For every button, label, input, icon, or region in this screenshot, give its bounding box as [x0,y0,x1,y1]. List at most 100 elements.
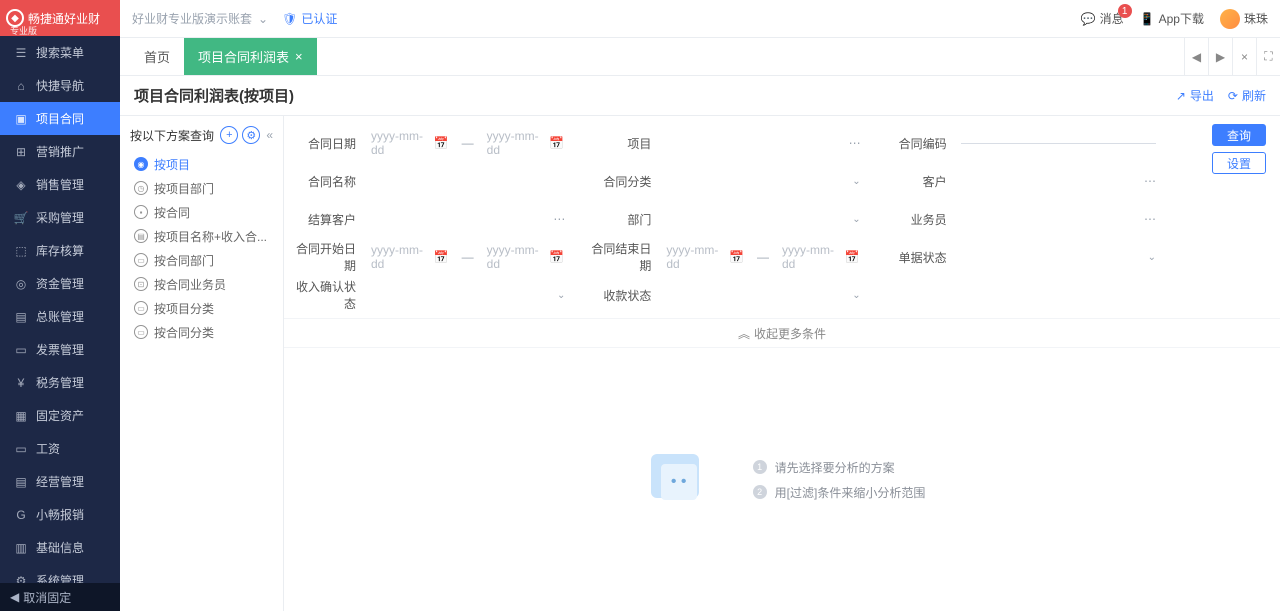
tab-next-button[interactable]: ▶ [1208,38,1232,75]
chevron-left-icon: ◀ [1192,50,1201,64]
user-menu[interactable]: 珠珠 [1220,9,1268,29]
contract-date-from[interactable]: yyyy-mm-dd📅 [364,130,456,156]
collapse-panel-icon[interactable]: « [266,128,273,142]
scheme-item[interactable]: ▪按合同 [120,200,283,224]
more-icon: ⋯ [1144,174,1156,188]
scheme-item[interactable]: ◷按项目部门 [120,176,283,200]
tab-home[interactable]: 首页 [130,38,184,75]
scheme-item[interactable]: ◉按项目 [120,152,283,176]
brand-sub: 专业版 [10,24,37,37]
scheme-item[interactable]: ▭按合同部门 [120,248,283,272]
close-tab-icon[interactable]: × [295,49,303,64]
fullscreen-icon: ⛶ [1264,49,1272,64]
home-icon: ⌂ [14,79,28,93]
collapse-filters-button[interactable]: ︽ 收起更多条件 [284,318,1280,348]
nav-item-system[interactable]: ⚙系统管理 [0,564,120,583]
tabs-row: 首页 项目合同利润表 × ◀ ▶ × ⛶ [120,38,1280,76]
tax-icon: ¥ [14,376,28,390]
search-icon: ☰ [14,46,28,60]
chevron-down-icon: ⌄ [557,290,565,301]
end-date-from[interactable]: yyyy-mm-dd📅 [659,244,751,270]
scheme-title: 按以下方案查询 [130,127,214,144]
department-select[interactable]: ⌄ [659,206,866,232]
salesman-select[interactable]: ⋯ [955,206,1162,232]
label-customer: 客户 [883,173,955,190]
contract-no-input[interactable] [955,130,1162,156]
nav-item-ledger[interactable]: ▤总账管理 [0,300,120,333]
query-button[interactable]: 查询 [1212,124,1266,146]
add-scheme-button[interactable]: + [220,126,238,144]
scheme-settings-button[interactable]: ⚙ [242,126,260,144]
nav-item-ops[interactable]: ▤经营管理 [0,465,120,498]
tab-prev-button[interactable]: ◀ [1184,38,1208,75]
label-contract-name: 合同名称 [292,173,364,190]
refresh-button[interactable]: ⟳刷新 [1228,87,1266,104]
empty-state: • • 1请先选择要分析的方案 2用[过滤]条件来缩小分析范围 [284,348,1280,611]
scheme-header: 按以下方案查询 + ⚙ « [120,126,283,152]
unpin-button[interactable]: ◀ 取消固定 [0,583,120,611]
nav-item-salary[interactable]: ▭工资 [0,432,120,465]
list-icon: ▤ [134,229,148,243]
certified-badge: 🛡 已认证 [282,10,337,27]
nav-item-search[interactable]: ☰搜索菜单 [0,36,120,69]
more-icon: ⋯ [849,136,861,150]
settings-button[interactable]: 设置 [1212,152,1266,174]
download-button[interactable]: 📱 App下载 [1140,10,1204,27]
label-collect-status: 收款状态 [587,287,659,304]
nav-item-expense[interactable]: G小畅报销 [0,498,120,531]
collect-status-select[interactable]: ⌄ [659,282,866,308]
tab-close-all-button[interactable]: × [1232,38,1256,75]
calendar-icon: 📅 [434,136,449,150]
nav-item-project-contract[interactable]: ▣项目合同 [0,102,120,135]
range-dash: — [462,136,474,150]
income-status-select[interactable]: ⌄ [364,282,571,308]
label-bill-status: 单据状态 [883,249,955,266]
start-date-from[interactable]: yyyy-mm-dd📅 [364,244,456,270]
box-icon: ⬚ [14,244,28,258]
refresh-icon: ⟳ [1228,89,1238,103]
nav-item-marketing[interactable]: ⊞营销推广 [0,135,120,168]
nav-item-basic[interactable]: ▥基础信息 [0,531,120,564]
avatar-icon [1220,9,1240,29]
nav-item-purchase[interactable]: 🛒采购管理 [0,201,120,234]
chevron-down-icon: ⌄ [1148,252,1156,263]
start-date-to[interactable]: yyyy-mm-dd📅 [480,244,572,270]
nav-item-quick[interactable]: ⌂快捷导航 [0,69,120,102]
target-icon: ◉ [134,157,148,171]
bill-status-select[interactable]: ⌄ [955,244,1162,270]
export-button[interactable]: ↗导出 [1176,87,1214,104]
action-buttons: 查询 设置 [1212,124,1266,174]
folder-icon: ▭ [134,325,148,339]
message-button[interactable]: 💬 消息 1 [1081,10,1124,27]
export-icon: ↗ [1176,89,1186,103]
customer-select[interactable]: ⋯ [955,168,1162,194]
end-date-to[interactable]: yyyy-mm-dd📅 [775,244,867,270]
calendar-icon: 📅 [549,136,564,150]
nav-item-invoice[interactable]: ▭发票管理 [0,333,120,366]
project-select[interactable]: ⋯ [659,130,866,156]
contract-date-to[interactable]: yyyy-mm-dd📅 [480,130,572,156]
chevron-down-icon: ⌄ [258,12,268,26]
label-salesman: 业务员 [883,211,955,228]
more-icon: ⋯ [553,212,565,226]
empty-step-1: 1请先选择要分析的方案 [753,459,926,476]
contract-cat-select[interactable]: ⌄ [659,168,866,194]
scheme-item[interactable]: ▤按项目名称+收入合... [120,224,283,248]
tab-report[interactable]: 项目合同利润表 × [184,38,317,75]
org-selector[interactable]: 好业财专业版演示账套 ⌄ [132,10,268,27]
contract-name-input[interactable] [364,168,571,194]
label-department: 部门 [587,211,659,228]
label-contract-cat: 合同分类 [587,173,659,190]
scheme-item[interactable]: ▭按项目分类 [120,296,283,320]
nav-item-tax[interactable]: ¥税务管理 [0,366,120,399]
book-icon: ▤ [14,310,28,324]
settle-customer-select[interactable]: ⋯ [364,206,571,232]
nav-item-funds[interactable]: ◎资金管理 [0,267,120,300]
nav-item-inventory[interactable]: ⬚库存核算 [0,234,120,267]
scheme-item[interactable]: ⊡按合同业务员 [120,272,283,296]
nav-item-assets[interactable]: ▦固定资产 [0,399,120,432]
fullscreen-button[interactable]: ⛶ [1256,38,1280,75]
nav-item-sales[interactable]: ◈销售管理 [0,168,120,201]
scheme-item[interactable]: ▭按合同分类 [120,320,283,344]
info-icon: ▥ [14,541,28,555]
